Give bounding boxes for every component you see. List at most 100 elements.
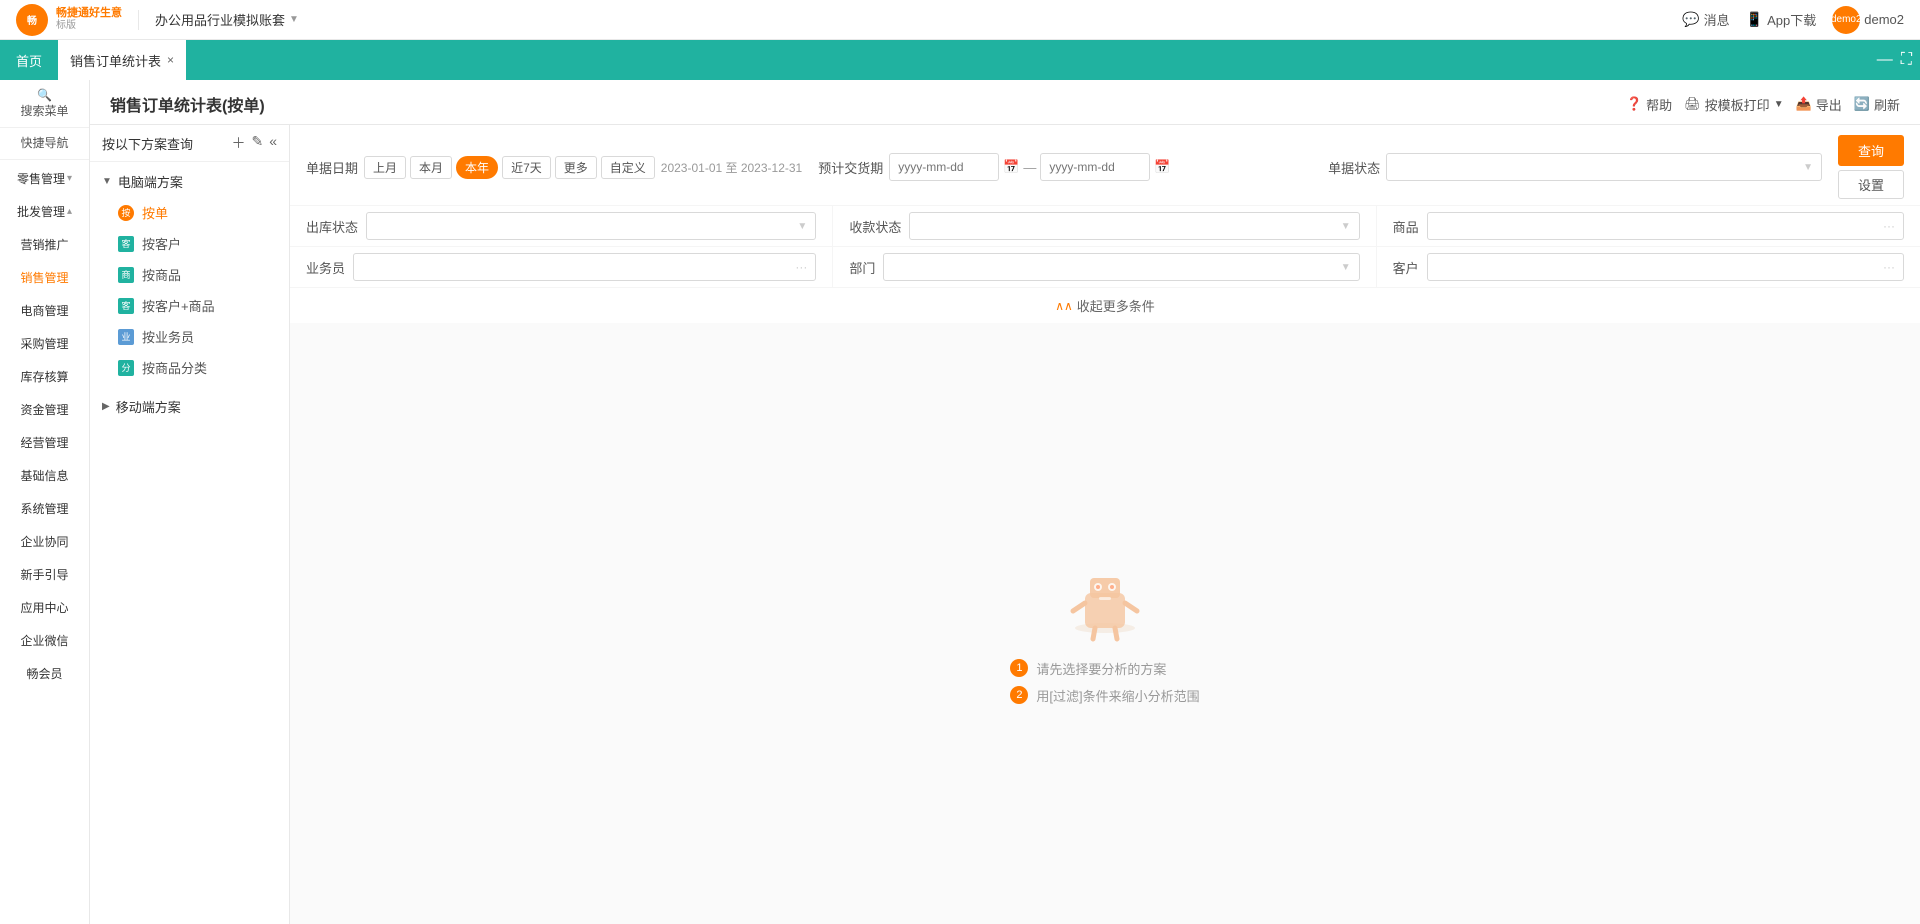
sidebar-item-newbie[interactable]: 新手引导 [0, 558, 89, 591]
topbar-divider [138, 10, 139, 30]
cal-icon-1: 📅 [1003, 159, 1019, 175]
app-download-button[interactable]: 📱 App下载 [1746, 10, 1817, 29]
refresh-icon: 🔄 [1854, 96, 1870, 112]
date-btn-this-month[interactable]: 本月 [410, 156, 452, 179]
sidebar-item-marketing[interactable]: 营销推广 [0, 228, 89, 261]
edit-scheme-icon[interactable]: ✎ [251, 133, 263, 153]
sidebar-item-ecommerce[interactable]: 电商管理 [0, 294, 89, 327]
print-dropdown-icon: ▼ [1774, 99, 1784, 110]
avatar: demo2 [1832, 6, 1860, 34]
message-button[interactable]: 💬 消息 [1682, 10, 1729, 29]
collapse-icon: ∧∧ [1055, 299, 1073, 313]
date-btn-this-year[interactable]: 本年 [456, 156, 498, 179]
collapse-btn: ∧∧ 收起更多条件 [1055, 296, 1155, 315]
scheme-item-by-customer[interactable]: 客 按客户 [90, 228, 289, 259]
date-dash: — [1023, 160, 1036, 175]
collapse-scheme-icon[interactable]: « [269, 133, 277, 153]
delivery-status-label: 出库状态 [306, 217, 358, 236]
scheme-title: 按以下方案查询 [102, 134, 193, 153]
logo-icon: 畅 [16, 4, 48, 36]
date-btn-custom[interactable]: 自定义 [601, 156, 655, 179]
delivery-status-select[interactable]: ▼ [366, 212, 816, 240]
sidebar-item-wechat[interactable]: 企业微信 [0, 624, 89, 657]
help-button[interactable]: ❓ 帮助 [1626, 95, 1672, 114]
mobile-scheme-group: ▶ 移动端方案 [90, 387, 289, 426]
by-cat-icon: 分 [118, 360, 134, 376]
scheme-item-by-order[interactable]: 按 按单 [90, 197, 289, 228]
sidebar-item-system[interactable]: 系统管理 [0, 492, 89, 525]
sidebar-item-appstore[interactable]: 应用中心 [0, 591, 89, 624]
maximize-icon[interactable]: ⛶ [1901, 51, 1912, 69]
collection-status-select[interactable]: ▼ [909, 212, 1359, 240]
refresh-button[interactable]: 🔄 刷新 [1854, 95, 1900, 114]
setting-button[interactable]: 设置 [1838, 170, 1904, 199]
topbar-right: 💬 消息 📱 App下载 demo2 demo2 [1682, 6, 1904, 34]
goods-input[interactable]: ··· [1427, 212, 1904, 240]
user-name: demo2 [1864, 12, 1904, 27]
sidebar-item-base[interactable]: 基础信息 [0, 459, 89, 492]
salesperson-input[interactable]: ··· [353, 253, 816, 281]
sidebar-item-enterprise[interactable]: 企业协同 [0, 525, 89, 558]
app-icon: 📱 [1746, 11, 1763, 28]
export-button[interactable]: 📤 导出 [1796, 95, 1842, 114]
user-avatar[interactable]: demo2 demo2 [1832, 6, 1904, 34]
brand-info: 畅捷通好生意 标版 [56, 7, 122, 32]
sidebar-item-purchase[interactable]: 采购管理 [0, 327, 89, 360]
date-btn-last-month[interactable]: 上月 [364, 156, 406, 179]
expected-date-end[interactable] [1040, 153, 1150, 181]
empty-tip-1: 1 请先选择要分析的方案 [1010, 659, 1199, 678]
wholesale-arrow-icon: ▴ [67, 206, 72, 217]
scheme-item-by-customer-goods[interactable]: 客 按客户+商品 [90, 290, 289, 321]
sidebar-item-retail[interactable]: 零售管理 ▾ [0, 162, 89, 195]
collapse-bar[interactable]: ∧∧ 收起更多条件 [290, 287, 1920, 323]
mobile-group-toggle[interactable]: ▶ 移动端方案 [90, 391, 289, 422]
customer-input[interactable]: ··· [1427, 253, 1904, 281]
sidebar-quick-nav[interactable]: 快捷导航 [0, 128, 89, 157]
empty-illustration [1055, 543, 1155, 643]
group-arrow-icon: ▼ [102, 176, 112, 187]
tab-sales-order-stats[interactable]: 销售订单统计表 × [58, 40, 186, 80]
add-scheme-icon[interactable]: ＋ [231, 133, 245, 153]
date-btn-7days[interactable]: 近7天 [502, 156, 551, 179]
department-select[interactable]: ▼ [883, 253, 1359, 281]
print-button[interactable]: 🖨 按模板打印 ▼ [1684, 95, 1783, 114]
message-label: 消息 [1704, 10, 1730, 29]
tab-close-icon[interactable]: × [167, 53, 174, 67]
content-area: 销售订单统计表(按单) ❓ 帮助 🖨 按模板打印 ▼ 📤 导出 🔄 刷新 [90, 80, 1920, 924]
sidebar-item-inventory[interactable]: 库存核算 [0, 360, 89, 393]
sidebar-item-finance[interactable]: 资金管理 [0, 393, 89, 426]
scheme-item-by-salesperson[interactable]: 业 按业务员 [90, 321, 289, 352]
main-layout: 🔍 搜索菜单 快捷导航 零售管理 ▾ 批发管理 ▴ 营销推广 销售管理 电商管理 [0, 80, 1920, 924]
query-button[interactable]: 查询 [1838, 135, 1904, 166]
tabbar-right: — ⛶ [1877, 51, 1920, 69]
sidebar: 🔍 搜索菜单 快捷导航 零售管理 ▾ 批发管理 ▴ 营销推广 销售管理 电商管理 [0, 80, 90, 924]
filter-row-2: 出库状态 ▼ 收款状态 ▼ [290, 205, 1920, 246]
status-select[interactable]: ▼ [1386, 153, 1822, 181]
retail-arrow-icon: ▾ [67, 173, 72, 184]
sidebar-search[interactable]: 🔍 搜索菜单 [0, 80, 89, 128]
tab-home[interactable]: 首页 [0, 40, 58, 80]
scheme-header: 按以下方案查询 ＋ ✎ « [90, 125, 289, 162]
mobile-group-label: 移动端方案 [116, 397, 181, 416]
scheme-item-by-goods[interactable]: 商 按商品 [90, 259, 289, 290]
mobile-arrow-icon: ▶ [102, 401, 110, 412]
goods-cell: 商品 ··· [1377, 206, 1920, 246]
sidebar-item-wholesale[interactable]: 批发管理 ▴ [0, 195, 89, 228]
sidebar-item-membership[interactable]: 畅会员 [0, 657, 89, 690]
date-btn-more[interactable]: 更多 [555, 156, 597, 179]
export-icon: 📤 [1796, 96, 1812, 112]
collapse-label: 收起更多条件 [1077, 296, 1155, 315]
company-selector[interactable]: 办公用品行业模拟账套 ▼ [155, 10, 299, 29]
sidebar-item-sales[interactable]: 销售管理 [0, 261, 89, 294]
department-cell: 部门 ▼ [833, 247, 1376, 287]
scheme-item-by-category[interactable]: 分 按商品分类 [90, 352, 289, 383]
minimize-icon[interactable]: — [1877, 51, 1893, 69]
expected-date-range: 📅 — 📅 [889, 153, 1312, 181]
date-filter-block: 单据日期 上月 本月 本年 近7天 更多 自定义 2023-01-01 至 20… [306, 156, 802, 179]
delivery-chevron-icon: ▼ [797, 221, 807, 232]
customer-ellipsis-icon: ··· [1883, 260, 1895, 274]
expected-date-start[interactable] [889, 153, 999, 181]
sidebar-item-operation[interactable]: 经营管理 [0, 426, 89, 459]
expected-date-block: 预计交货期 📅 — 📅 [818, 153, 1312, 181]
desktop-group-toggle[interactable]: ▼ 电脑端方案 [90, 166, 289, 197]
